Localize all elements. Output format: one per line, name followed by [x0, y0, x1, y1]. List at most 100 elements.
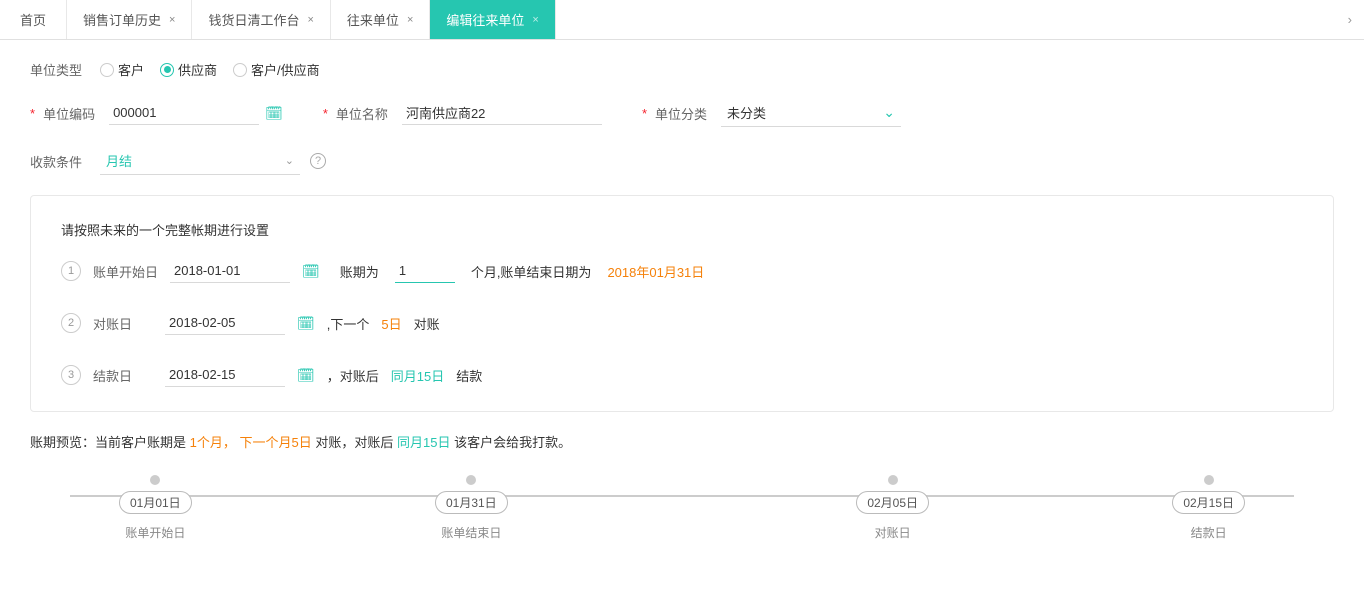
unit-category-label: 单位分类: [655, 104, 707, 123]
tab-home-label: 首页: [20, 10, 46, 29]
radio-supplier-label: 供应商: [178, 60, 217, 79]
timeline-container: 01月01日 账单开始日 01月31日 账单结束日 02月05日 对账日 02月…: [30, 475, 1334, 541]
timeline-dot-4: [1204, 475, 1214, 485]
reconcile-date-calendar-icon[interactable]: 🗓: [297, 315, 315, 332]
row-label-2: 对账日: [93, 314, 153, 333]
timeline-label-4: 结款日: [1191, 524, 1227, 541]
payment-suffix: 结款: [456, 366, 482, 385]
timeline-badge-2: 01月31日: [435, 491, 508, 514]
tab-sales-history-close[interactable]: ×: [169, 14, 175, 26]
payment-highlight: 同月15日: [391, 366, 444, 385]
unit-fields-row: * 单位编码 🗓 * 单位名称 * 单位分类 未分类 ⌄: [30, 99, 1334, 127]
timeline-point-4: 02月15日 结款日: [1103, 475, 1314, 541]
timeline-badge-1: 01月01日: [119, 491, 192, 514]
tab-cash-work[interactable]: 钱货日清工作台 ×: [192, 0, 330, 39]
timeline-dot-3: [888, 475, 898, 485]
payment-dropdown-arrow: ⌄: [285, 154, 294, 167]
payment-label: 收款条件: [30, 152, 82, 171]
radio-supplier[interactable]: 供应商: [160, 60, 217, 79]
timeline-label-3: 对账日: [875, 524, 911, 541]
tab-edit-partner[interactable]: 编辑往来单位 ×: [430, 0, 555, 39]
payment-prefix: ，对账后: [327, 366, 379, 385]
radio-customer[interactable]: 客户: [100, 60, 144, 79]
preview-p2: 下一个月5日: [240, 435, 312, 450]
timeline-point-2: 01月31日 账单结束日: [261, 475, 682, 541]
row-number-3: 3: [61, 365, 81, 385]
tab-edit-partner-label: 编辑往来单位: [446, 10, 524, 29]
radio-customer-label: 客户: [118, 60, 144, 79]
period-section: 请按照未来的一个完整帐期进行设置 1 账单开始日 🗓 账期为 个月,账单结束日期…: [30, 195, 1334, 412]
timeline-point-1: 01月01日 账单开始日: [50, 475, 261, 541]
tab-partner-label: 往来单位: [347, 10, 399, 29]
payment-dropdown[interactable]: 月结 ⌄: [100, 147, 300, 175]
payment-date-input[interactable]: [165, 363, 285, 387]
payment-row: 收款条件 月结 ⌄ ?: [30, 147, 1334, 175]
preview-mid: 对账，对账后: [315, 435, 393, 450]
main-content: 单位类型 客户 供应商 客户/供应商 * 单位编码 🗓 * 单位名称: [0, 40, 1364, 608]
unit-code-input[interactable]: [109, 101, 259, 125]
tab-expand-button[interactable]: ›: [1336, 0, 1364, 39]
section-title: 请按照未来的一个完整帐期进行设置: [61, 220, 1303, 239]
start-date-calendar-icon[interactable]: 🗓: [302, 263, 320, 280]
timeline-points: 01月01日 账单开始日 01月31日 账单结束日 02月05日 对账日 02月…: [50, 475, 1314, 541]
row-number-1: 1: [61, 261, 81, 281]
period-row-1: 1 账单开始日 🗓 账期为 个月,账单结束日期为 2018年01月31日: [61, 259, 1303, 283]
timeline-label-1: 账单开始日: [125, 524, 185, 541]
period-row-2: 2 对账日 🗓 ,下一个 5日 对账: [61, 311, 1303, 335]
tab-cash-work-close[interactable]: ×: [307, 14, 313, 26]
timeline-badge-3: 02月05日: [856, 491, 929, 514]
unit-code-label: 单位编码: [43, 104, 95, 123]
radio-customer-circle: [100, 63, 114, 77]
payment-date-calendar-icon[interactable]: 🗓: [297, 367, 315, 384]
preview-text: 账期预览：当前客户账期是 1个月， 下一个月5日 对账，对账后 同月15日 该客…: [30, 432, 1334, 451]
unit-name-star: *: [323, 106, 328, 121]
unit-name-label: 单位名称: [336, 104, 388, 123]
timeline-label-2: 账单结束日: [441, 524, 501, 541]
reconcile-prefix: ,下一个: [327, 314, 370, 333]
preview-end: 该客户会给我打款。: [454, 435, 571, 450]
radio-group: 客户 供应商 客户/供应商: [100, 60, 320, 79]
preview-p3: 同月15日: [397, 435, 450, 450]
row-number-2: 2: [61, 313, 81, 333]
period-end-date: 2018年01月31日: [607, 262, 704, 281]
payment-value: 月结: [106, 151, 281, 170]
period-label: 账期为: [340, 262, 379, 281]
preview-p1: 1个月，: [190, 435, 236, 450]
unit-category-value: 未分类: [727, 103, 883, 122]
tab-edit-partner-close[interactable]: ×: [532, 14, 538, 26]
start-date-input[interactable]: [170, 259, 290, 283]
unit-type-row: 单位类型 客户 供应商 客户/供应商: [30, 60, 1334, 79]
tab-sales-history-label: 销售订单历史: [83, 10, 161, 29]
reconcile-highlight: 5日: [381, 314, 401, 333]
unit-category-arrow: ⌄: [883, 104, 895, 121]
timeline-badge-4: 02月15日: [1172, 491, 1245, 514]
reconcile-suffix: 对账: [414, 314, 440, 333]
period-unit-text: 个月,账单结束日期为: [471, 262, 592, 281]
row-label-1: 账单开始日: [93, 262, 158, 281]
reconcile-date-input[interactable]: [165, 311, 285, 335]
radio-both-circle: [233, 63, 247, 77]
period-row-3: 3 结款日 🗓 ，对账后 同月15日 结款: [61, 363, 1303, 387]
tab-cash-work-label: 钱货日清工作台: [208, 10, 299, 29]
payment-help-icon[interactable]: ?: [310, 153, 326, 169]
unit-category-group: * 单位分类 未分类 ⌄: [642, 99, 901, 127]
timeline-point-3: 02月05日 对账日: [682, 475, 1103, 541]
tab-partner[interactable]: 往来单位 ×: [331, 0, 430, 39]
radio-both[interactable]: 客户/供应商: [233, 60, 320, 79]
tab-sales-history[interactable]: 销售订单历史 ×: [67, 0, 192, 39]
row-label-3: 结款日: [93, 366, 153, 385]
preview-label: 账期预览：当前客户账期是: [30, 435, 186, 450]
tab-bar: 首页 销售订单历史 × 钱货日清工作台 × 往来单位 × 编辑往来单位 × ›: [0, 0, 1364, 40]
unit-name-input[interactable]: [402, 101, 602, 125]
tab-home[interactable]: 首页: [0, 0, 67, 39]
radio-supplier-circle: [160, 63, 174, 77]
radio-both-label: 客户/供应商: [251, 60, 320, 79]
tab-partner-close[interactable]: ×: [407, 14, 413, 26]
unit-code-group: * 单位编码 🗓: [30, 101, 283, 125]
timeline-dot-1: [150, 475, 160, 485]
unit-category-dropdown[interactable]: 未分类 ⌄: [721, 99, 901, 127]
unit-code-icon[interactable]: 🗓: [265, 105, 283, 122]
period-value-input[interactable]: [395, 259, 455, 283]
unit-name-group: * 单位名称: [323, 101, 602, 125]
unit-type-label: 单位类型: [30, 60, 82, 79]
